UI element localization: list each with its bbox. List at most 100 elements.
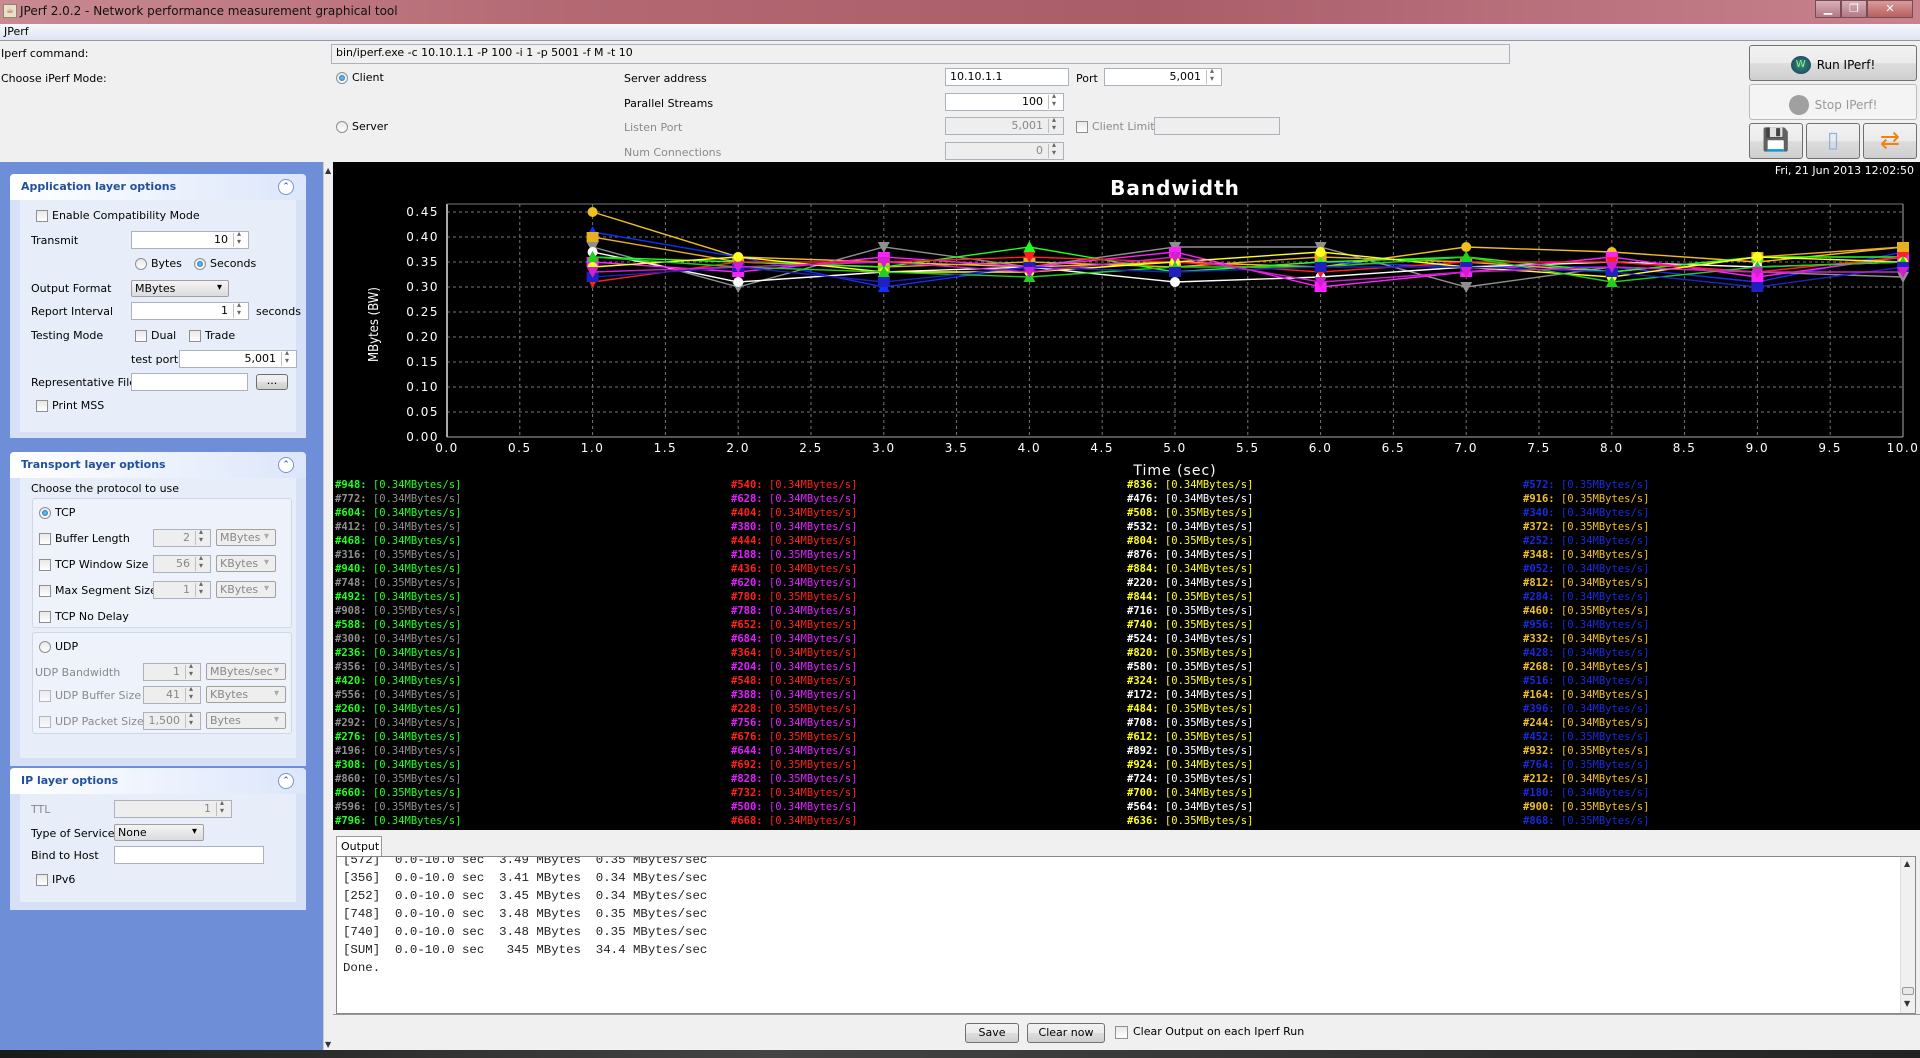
legend-entry: #772: [0.34MBytes/s] — [335, 492, 461, 506]
iperf-command-field[interactable]: bin/iperf.exe -c 10.10.1.1 -P 100 -i 1 -… — [331, 44, 1510, 64]
clear-now-button[interactable]: Clear now — [1027, 1023, 1105, 1043]
ip-layer-header[interactable]: IP layer options ⌃ — [10, 768, 306, 794]
legend-stream-id: #860: — [335, 773, 367, 785]
nodelay-checkbox[interactable] — [39, 611, 51, 623]
clear-each-run-checkbox[interactable] — [1115, 1026, 1128, 1039]
test-port-spinner[interactable] — [281, 351, 295, 366]
legend-entry: #748: [0.35MBytes/s] — [335, 576, 461, 590]
buffer-length-checkbox[interactable] — [39, 533, 51, 545]
x-tick-label: 7.5 — [1527, 441, 1551, 455]
tos-select[interactable]: None — [114, 824, 204, 841]
scroll-thumb[interactable] — [1902, 987, 1914, 995]
bind-host-input[interactable] — [114, 846, 264, 864]
report-interval-value: 1 — [221, 304, 228, 317]
seconds-radio[interactable] — [194, 258, 206, 270]
udp-radio[interactable] — [39, 641, 51, 653]
legend-entry: #292: [0.34MBytes/s] — [335, 716, 461, 730]
output-scrollbar[interactable]: ▲ ▼ — [1900, 857, 1915, 1013]
tab-output[interactable]: Output — [336, 836, 382, 856]
legend-stream-rate: [0.35MBytes/s] — [366, 801, 462, 813]
server-address-input[interactable]: 10.10.1.1 — [945, 68, 1069, 86]
window-size-checkbox[interactable] — [39, 559, 51, 571]
legend-stream-rate: [0.34MBytes/s] — [1158, 759, 1254, 771]
legend-stream-id: #420: — [335, 675, 367, 687]
transmit-spinner[interactable] — [233, 232, 247, 247]
legend-stream-id: #052: — [1523, 563, 1555, 575]
output-format-select[interactable]: MBytes — [131, 280, 229, 297]
ipv6-checkbox[interactable] — [36, 874, 48, 886]
x-tick-label: 8.5 — [1673, 441, 1697, 455]
output-line: [572] 0.0-10.0 sec 3.49 MBytes 0.35 MByt… — [343, 856, 708, 867]
seconds-label: Seconds — [210, 257, 257, 270]
output-controls: Save Clear now Clear Output on each Iper… — [333, 1014, 1920, 1050]
client-radio[interactable] — [336, 72, 348, 84]
legend-entry: #732: [0.34MBytes/s] — [731, 786, 857, 800]
legend-stream-id: #772: — [335, 493, 367, 505]
mss-checkbox[interactable] — [39, 585, 51, 597]
data-point — [586, 232, 599, 242]
legend-entry: #180: [0.34MBytes/s] — [1523, 786, 1649, 800]
legend-stream-id: #612: — [1127, 731, 1159, 743]
mss-value: 1 — [183, 583, 190, 596]
collapse-icon[interactable]: ⌃ — [278, 457, 294, 473]
transmit-input[interactable]: 10 — [131, 231, 249, 249]
legend-stream-id: #500: — [731, 801, 763, 813]
collapse-icon[interactable]: ⌃ — [278, 773, 294, 789]
dual-checkbox[interactable] — [135, 330, 147, 342]
legend-entry: #172: [0.34MBytes/s] — [1127, 688, 1253, 702]
legend-stream-id: #620: — [731, 577, 763, 589]
port-spinner[interactable] — [1206, 69, 1220, 84]
scroll-down-icon[interactable]: ▼ — [1904, 999, 1910, 1008]
print-mss-checkbox[interactable] — [36, 400, 48, 412]
scroll-up-icon[interactable]: ▲ — [1904, 859, 1910, 868]
port-input[interactable]: 5,001 — [1104, 68, 1222, 86]
close-button[interactable]: ✕ — [1867, 0, 1913, 18]
output-textarea[interactable]: [572] 0.0-10.0 sec 3.49 MBytes 0.35 MByt… — [336, 856, 1916, 1014]
client-limit-label: Client Limit — [1092, 120, 1155, 133]
window-size-spinner — [195, 556, 209, 571]
parallel-streams-input[interactable]: 100 — [945, 93, 1064, 111]
legend-stream-id: #308: — [335, 759, 367, 771]
legend-stream-rate: [0.35MBytes/s] — [1554, 801, 1650, 813]
run-iperf-button[interactable]: W Run IPerf! — [1749, 45, 1917, 81]
open-config-button[interactable]: ▯ — [1806, 123, 1860, 159]
output-format-label: Output Format — [31, 282, 112, 295]
bytes-radio[interactable] — [135, 258, 147, 270]
report-interval-input[interactable]: 1 — [131, 302, 249, 320]
transport-layer-header[interactable]: Transport layer options ⌃ — [10, 452, 306, 478]
scroll-up-icon[interactable]: ▲ — [325, 166, 331, 175]
ipv6-label: IPv6 — [52, 873, 76, 886]
x-tick-label: 2.5 — [799, 441, 823, 455]
menu-jperf[interactable]: JPerf — [4, 25, 29, 38]
rep-file-input[interactable] — [131, 373, 248, 391]
legend-entry: #196: [0.34MBytes/s] — [335, 744, 461, 758]
restore-button[interactable]: ❐ — [1841, 0, 1867, 18]
tcp-radio[interactable] — [39, 507, 51, 519]
options-scrollbar[interactable]: ▲ ▼ — [323, 162, 333, 1058]
test-port-input[interactable]: 5,001 — [179, 350, 297, 368]
legend-stream-rate: [0.35MBytes/s] — [1158, 661, 1254, 673]
refresh-button[interactable]: ⇄ — [1863, 123, 1917, 159]
legend-stream-rate: [0.34MBytes/s] — [1554, 591, 1650, 603]
report-interval-spinner[interactable] — [233, 303, 247, 318]
legend-stream-id: #444: — [731, 535, 763, 547]
legend-stream-rate: [0.34MBytes/s] — [1554, 549, 1650, 561]
compat-mode-checkbox[interactable] — [36, 210, 48, 222]
legend-entry: #492: [0.34MBytes/s] — [335, 590, 461, 604]
data-point — [1170, 277, 1180, 287]
minimize-button[interactable]: ▁ — [1815, 0, 1841, 18]
server-radio[interactable] — [336, 121, 348, 133]
trade-checkbox[interactable] — [189, 330, 201, 342]
save-output-button[interactable]: Save — [965, 1023, 1019, 1043]
parallel-streams-spinner[interactable] — [1048, 94, 1062, 109]
save-config-button[interactable]: 💾 — [1749, 123, 1803, 159]
legend-entry: #324: [0.35MBytes/s] — [1127, 674, 1253, 688]
legend-stream-id: #676: — [731, 731, 763, 743]
collapse-icon[interactable]: ⌃ — [278, 179, 294, 195]
application-layer-header[interactable]: Application layer options ⌃ — [10, 174, 306, 200]
testing-mode-label: Testing Mode — [31, 329, 104, 342]
scroll-down-icon[interactable]: ▼ — [325, 1040, 331, 1049]
output-line: [356] 0.0-10.0 sec 3.41 MBytes 0.34 MByt… — [343, 871, 708, 885]
browse-button[interactable]: ... — [256, 374, 288, 390]
legend-stream-rate: [0.35MBytes/s] — [1158, 731, 1254, 743]
